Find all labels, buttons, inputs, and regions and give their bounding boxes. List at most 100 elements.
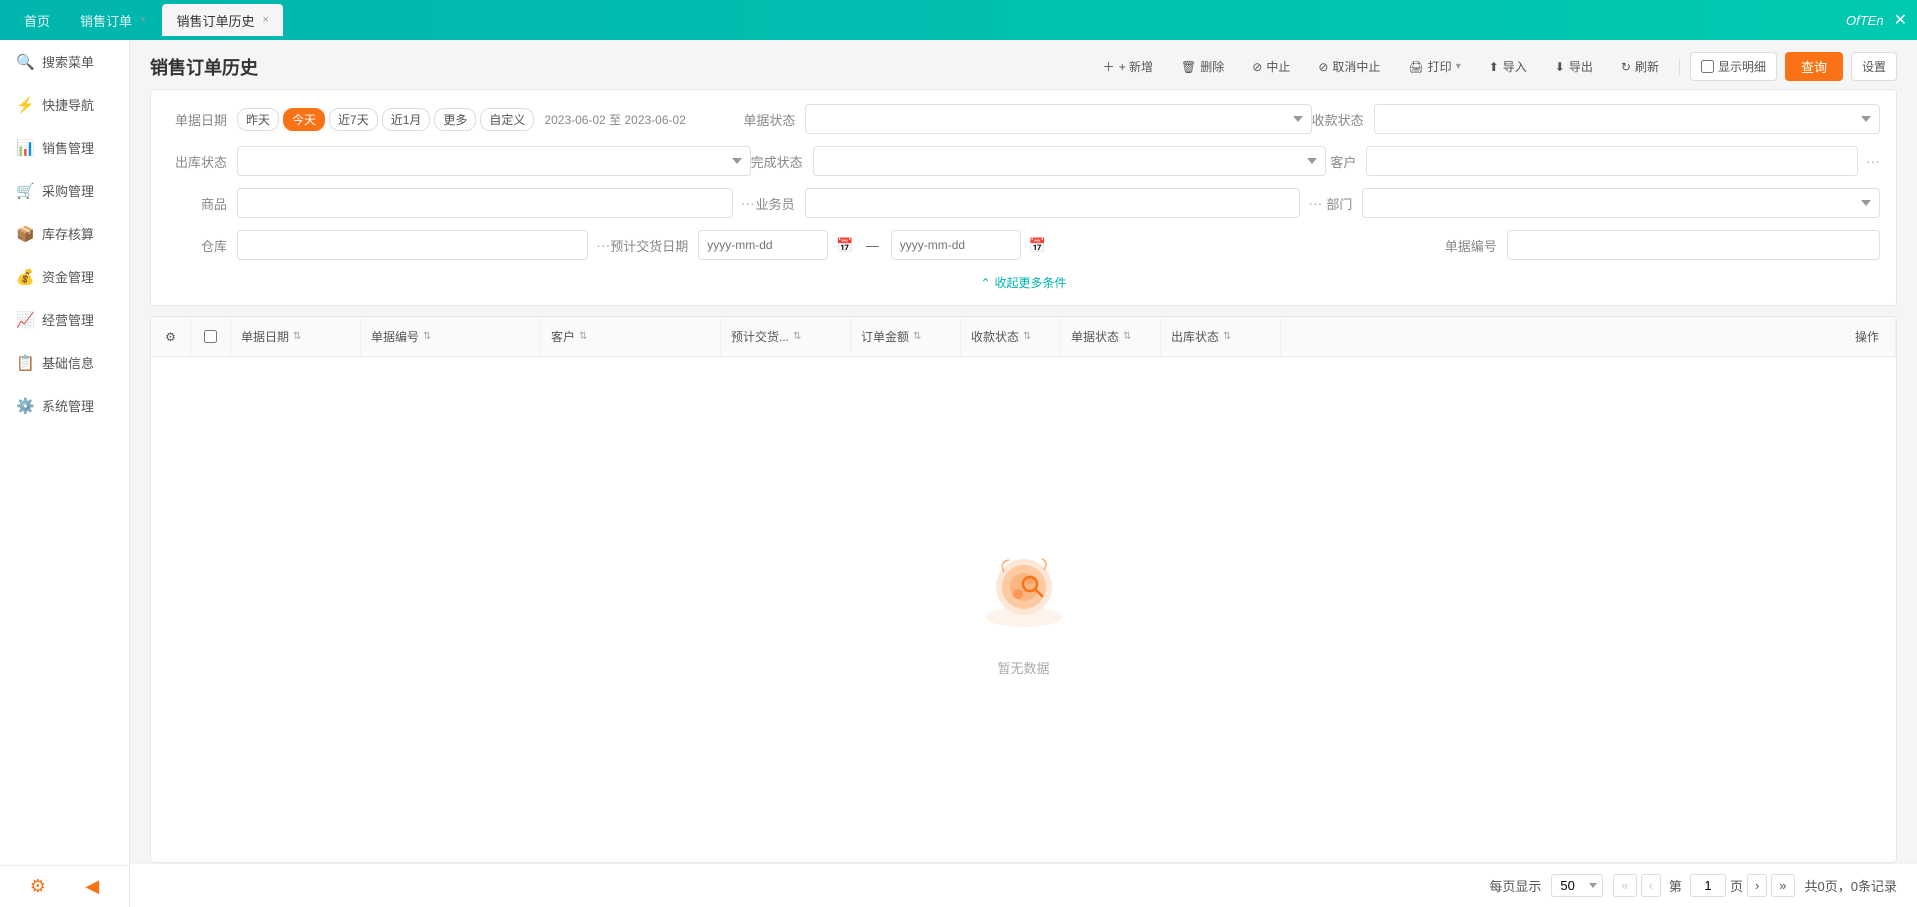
- customer-more-btn[interactable]: ···: [1866, 153, 1880, 169]
- warehouse-status-select[interactable]: [237, 146, 751, 176]
- delete-label: 删除: [1200, 58, 1224, 75]
- settings-button[interactable]: 设置: [1851, 52, 1897, 81]
- delete-icon: 🗑: [1181, 60, 1196, 74]
- current-page-input[interactable]: [1690, 874, 1726, 897]
- th-doc-date[interactable]: 单据日期 ⇅: [231, 317, 361, 356]
- th-doc-no[interactable]: 单据编号 ⇅: [361, 317, 541, 356]
- sort-doc-no-icon: ⇅: [423, 331, 431, 342]
- warehouse-more-btn[interactable]: ···: [596, 237, 610, 253]
- doc-status-select[interactable]: [805, 104, 1311, 134]
- sidebar-item-inventory[interactable]: 📦 库存核算: [0, 212, 129, 255]
- dept-label: 部门: [1322, 194, 1362, 213]
- query-button[interactable]: 查询: [1785, 52, 1843, 81]
- prev-page-button[interactable]: ‹: [1641, 874, 1661, 897]
- date-custom-btn[interactable]: 自定义: [480, 108, 534, 131]
- new-icon: ＋: [1103, 58, 1115, 75]
- toolbar-divider: [1679, 59, 1680, 75]
- window-close-button[interactable]: ✕: [1894, 10, 1907, 30]
- sidebar-collapse-button[interactable]: ◀: [85, 876, 99, 897]
- th-payment-status[interactable]: 收款状态 ⇅: [961, 317, 1061, 356]
- delete-button[interactable]: 🗑 删除: [1171, 53, 1234, 80]
- next-page-button[interactable]: ›: [1747, 874, 1767, 897]
- sort-doc-date-icon: ⇅: [293, 331, 301, 342]
- salesman-input[interactable]: [805, 188, 1301, 218]
- select-all-checkbox[interactable]: [204, 330, 217, 343]
- date-button-group: 昨天 今天 近7天 近1月 更多 自定义: [237, 108, 534, 131]
- tab-sales-order-history[interactable]: 销售订单历史 ×: [162, 4, 282, 36]
- tab-home[interactable]: 首页: [10, 4, 64, 36]
- cancel-stop-button[interactable]: ⊘ 取消中止: [1308, 53, 1390, 80]
- doc-status-label: 单据状态: [743, 110, 805, 129]
- tab-sales-order-history-close[interactable]: ×: [262, 14, 268, 26]
- warehouse-input[interactable]: [237, 230, 588, 260]
- display-cols-checkbox-wrapper[interactable]: 显示明细: [1690, 52, 1777, 81]
- th-action-label: 操作: [1855, 328, 1879, 345]
- complete-status-select[interactable]: [813, 146, 1327, 176]
- date-yesterday-btn[interactable]: 昨天: [237, 108, 279, 131]
- goods-input[interactable]: [237, 188, 733, 218]
- collapse-button[interactable]: ⌃ 收起更多条件: [980, 274, 1066, 291]
- delivery-start-input[interactable]: [698, 230, 828, 260]
- goods-label: 商品: [167, 194, 237, 213]
- sidebar-item-system[interactable]: ⚙️ 系统管理: [0, 384, 129, 427]
- display-cols-label: 显示明细: [1718, 58, 1766, 75]
- finance-icon: 💰: [16, 268, 34, 286]
- sidebar-item-search-menu[interactable]: 🔍 搜索菜单: [0, 40, 129, 83]
- per-page-select[interactable]: 50 10 20 100: [1551, 874, 1603, 897]
- th-settings[interactable]: ⚙: [151, 317, 191, 356]
- date-today-btn[interactable]: 今天: [283, 108, 325, 131]
- import-button[interactable]: ⬆ 导入: [1479, 53, 1537, 80]
- tab-sales-order[interactable]: 销售订单 ×: [66, 4, 160, 36]
- sidebar-item-operations[interactable]: 📈 经营管理: [0, 298, 129, 341]
- new-label: + 新增: [1119, 58, 1153, 75]
- th-warehouse-status-label: 出库状态: [1171, 328, 1219, 345]
- customer-input[interactable]: [1366, 146, 1858, 176]
- display-cols-checkbox[interactable]: [1701, 60, 1714, 73]
- th-doc-status[interactable]: 单据状态 ⇅: [1061, 317, 1161, 356]
- date-7days-btn[interactable]: 近7天: [329, 108, 378, 131]
- export-button[interactable]: ⬇ 导出: [1545, 53, 1603, 80]
- operations-icon: 📈: [16, 311, 34, 329]
- tab-sales-order-close[interactable]: ×: [140, 14, 146, 26]
- export-label: 导出: [1569, 58, 1593, 75]
- refresh-button[interactable]: ↻ 刷新: [1611, 53, 1669, 80]
- doc-no-input[interactable]: [1507, 230, 1880, 260]
- stop-button[interactable]: ⊘ 中止: [1242, 53, 1300, 80]
- last-page-button[interactable]: »: [1771, 874, 1794, 897]
- sidebar-item-finance[interactable]: 💰 资金管理: [0, 255, 129, 298]
- collapse-row: ⌃ 收起更多条件: [167, 272, 1880, 295]
- new-button[interactable]: ＋ + 新增: [1093, 53, 1163, 80]
- sidebar-settings-button[interactable]: ⚙: [30, 876, 46, 897]
- print-icon: 🖨: [1408, 60, 1423, 74]
- th-action: 操作: [1281, 317, 1896, 356]
- date-more-btn[interactable]: 更多: [434, 108, 476, 131]
- salesman-more-btn[interactable]: ···: [1308, 195, 1322, 211]
- table-header: ⚙ 单据日期 ⇅ 单据编号 ⇅ 客户 ⇅ 预计交货...: [151, 317, 1896, 357]
- payment-status-select[interactable]: [1374, 104, 1880, 134]
- print-button[interactable]: 🖨 打印 ▾: [1398, 53, 1470, 80]
- sidebar-item-basic-info[interactable]: 📋 基础信息: [0, 341, 129, 384]
- brand-text: OfTEn: [1846, 13, 1884, 28]
- th-delivery-date[interactable]: 预计交货... ⇅: [721, 317, 851, 356]
- goods-more-btn[interactable]: ···: [741, 195, 755, 211]
- table-area: ⚙ 单据日期 ⇅ 单据编号 ⇅ 客户 ⇅ 预计交货...: [150, 316, 1897, 863]
- delivery-end-calendar-icon[interactable]: 📅: [1029, 237, 1046, 254]
- collapse-up-icon: ⌃: [980, 276, 990, 290]
- sidebar-item-quick-nav[interactable]: ⚡ 快捷导航: [0, 83, 129, 126]
- sidebar-item-purchase[interactable]: 🛒 采购管理: [0, 169, 129, 212]
- dept-select[interactable]: [1362, 188, 1880, 218]
- sort-delivery-icon: ⇅: [793, 331, 801, 342]
- sidebar-item-sales[interactable]: 📊 销售管理: [0, 126, 129, 169]
- salesman-label: 业务员: [755, 194, 805, 213]
- delivery-start-calendar-icon[interactable]: 📅: [836, 237, 853, 254]
- refresh-label: 刷新: [1635, 58, 1659, 75]
- th-warehouse-status[interactable]: 出库状态 ⇅: [1161, 317, 1281, 356]
- date-1month-btn[interactable]: 近1月: [382, 108, 431, 131]
- th-customer[interactable]: 客户 ⇅: [541, 317, 721, 356]
- main-layout: 🔍 搜索菜单 ⚡ 快捷导航 📊 销售管理 🛒 采购管理 📦 库存核算 💰 资金管…: [0, 40, 1917, 907]
- first-page-button[interactable]: «: [1613, 874, 1636, 897]
- sort-status-icon: ⇅: [1123, 331, 1131, 342]
- th-amount[interactable]: 订单金额 ⇅: [851, 317, 961, 356]
- table-body: 暂无数据: [151, 357, 1896, 862]
- delivery-end-input[interactable]: [891, 230, 1021, 260]
